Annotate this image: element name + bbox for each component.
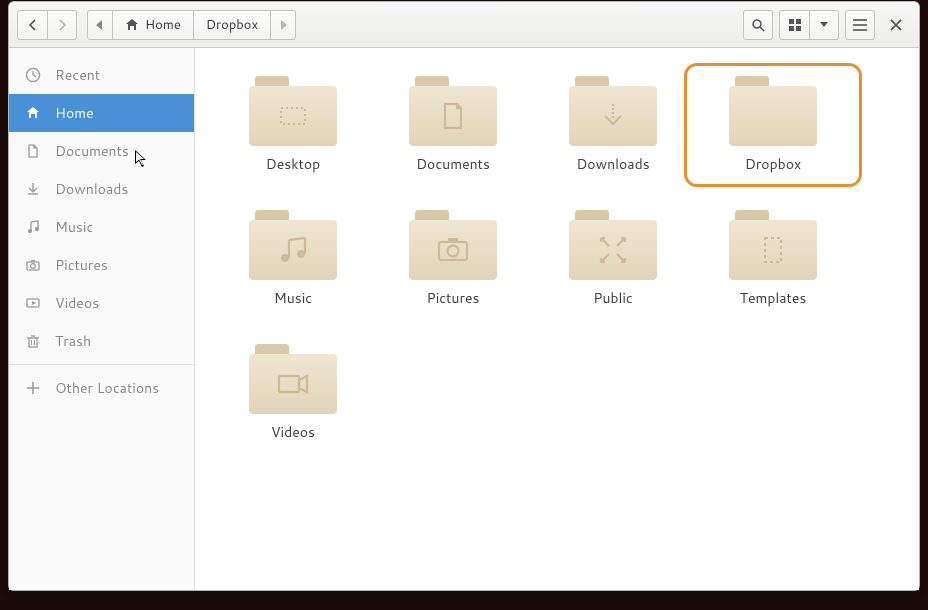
download-glyph-icon: [591, 94, 635, 138]
main-view[interactable]: Desktop Documents Downloads Dropbox Music Pic…: [195, 48, 919, 590]
sidebar-item-label: Pictures: [55, 255, 108, 275]
folder-label: Pictures: [427, 288, 480, 308]
trash-icon: [25, 333, 41, 349]
view-buttons: [779, 10, 839, 40]
back-button[interactable]: [17, 10, 47, 40]
sidebar-item-other-locations[interactable]: Other Locations: [9, 369, 194, 407]
folder-icon: [729, 76, 817, 146]
sidebar-item-label: Home: [55, 103, 94, 123]
triangle-left-icon: [96, 20, 104, 30]
document-glyph-icon: [431, 94, 475, 138]
folder-grid: Desktop Documents Downloads Dropbox Music Pic…: [213, 72, 901, 446]
pathbar: Home Dropbox: [87, 10, 296, 40]
search-button[interactable]: [743, 10, 773, 40]
search-icon: [751, 18, 765, 32]
content: Recent Home Documents Downloads Music Picture…: [9, 48, 919, 590]
camera-glyph-icon: [431, 228, 475, 272]
sidebar-item-label: Recent: [55, 65, 100, 85]
public-glyph-icon: [591, 228, 635, 272]
sidebar-item-home[interactable]: Home: [9, 94, 194, 132]
folder-documents[interactable]: Documents: [373, 72, 533, 178]
music-icon: [25, 219, 41, 235]
plus-icon: [25, 380, 41, 396]
sidebar-item-music[interactable]: Music: [9, 208, 194, 246]
path-dropbox-label: Dropbox: [206, 16, 258, 34]
sidebar-item-pictures[interactable]: Pictures: [9, 246, 194, 284]
menu-button[interactable]: [845, 10, 875, 40]
folder-icon: [249, 76, 337, 146]
path-segment-home[interactable]: Home: [113, 10, 194, 40]
folder-icon: [249, 210, 337, 280]
folder-pictures[interactable]: Pictures: [373, 206, 533, 312]
music-glyph-icon: [271, 228, 315, 272]
close-button[interactable]: [881, 10, 911, 40]
folder-label: Videos: [271, 422, 315, 442]
file-manager-window: Home Dropbox: [8, 1, 920, 591]
folder-desktop[interactable]: Desktop: [213, 72, 373, 178]
folder-public[interactable]: Public: [533, 206, 693, 312]
path-back-button[interactable]: [87, 10, 113, 40]
sidebar-item-videos[interactable]: Videos: [9, 284, 194, 322]
sidebar-item-label: Downloads: [55, 179, 128, 199]
sidebar-item-label: Documents: [55, 141, 129, 161]
chevron-left-icon: [27, 19, 39, 31]
close-icon: [890, 19, 902, 31]
folder-icon: [409, 210, 497, 280]
home-icon: [125, 18, 139, 32]
folder-downloads[interactable]: Downloads: [533, 72, 693, 178]
video-icon: [25, 295, 41, 311]
sidebar-item-label: Trash: [55, 331, 91, 351]
path-segment-dropbox[interactable]: Dropbox: [194, 10, 271, 40]
path-home-label: Home: [145, 16, 181, 34]
folder-videos[interactable]: Videos: [213, 340, 373, 446]
template-glyph-icon: [751, 228, 795, 272]
folder-templates[interactable]: Templates: [693, 206, 853, 312]
folder-dropbox[interactable]: Dropbox: [693, 72, 853, 178]
folder-label: Music: [274, 288, 312, 308]
grid-icon: [788, 18, 802, 32]
desktop-glyph-icon: [271, 94, 315, 138]
sidebar-item-documents[interactable]: Documents: [9, 132, 194, 170]
icon-view-button[interactable]: [779, 10, 809, 40]
folder-label: Documents: [416, 154, 490, 174]
video-glyph-icon: [271, 362, 315, 406]
folder-label: Public: [593, 288, 633, 308]
sidebar-other-label: Other Locations: [55, 378, 159, 398]
sidebar-item-label: Videos: [55, 293, 99, 313]
folder-icon: [249, 344, 337, 414]
chevron-down-icon: [820, 22, 828, 28]
view-dropdown-button[interactable]: [809, 10, 839, 40]
camera-icon: [25, 257, 41, 273]
sidebar-item-label: Music: [55, 217, 93, 237]
folder-icon: [569, 210, 657, 280]
folder-music[interactable]: Music: [213, 206, 373, 312]
download-icon: [25, 181, 41, 197]
folder-label: Dropbox: [745, 154, 801, 174]
folder-icon: [729, 210, 817, 280]
folder-icon: [409, 76, 497, 146]
folder-label: Desktop: [266, 154, 320, 174]
home-icon: [25, 105, 41, 121]
folder-icon: [569, 76, 657, 146]
sidebar-item-trash[interactable]: Trash: [9, 322, 194, 360]
nav-buttons: [17, 10, 77, 40]
forward-button[interactable]: [47, 10, 77, 40]
hamburger-icon: [853, 19, 867, 31]
folder-label: Downloads: [576, 154, 649, 174]
headerbar: Home Dropbox: [9, 2, 919, 48]
triangle-right-icon: [279, 20, 287, 30]
document-icon: [25, 143, 41, 159]
chevron-right-icon: [56, 19, 68, 31]
folder-label: Templates: [740, 288, 807, 308]
path-forward-button[interactable]: [271, 10, 296, 40]
sidebar: Recent Home Documents Downloads Music Picture…: [9, 48, 195, 590]
sidebar-item-recent[interactable]: Recent: [9, 56, 194, 94]
sidebar-item-downloads[interactable]: Downloads: [9, 170, 194, 208]
clock-icon: [25, 67, 41, 83]
